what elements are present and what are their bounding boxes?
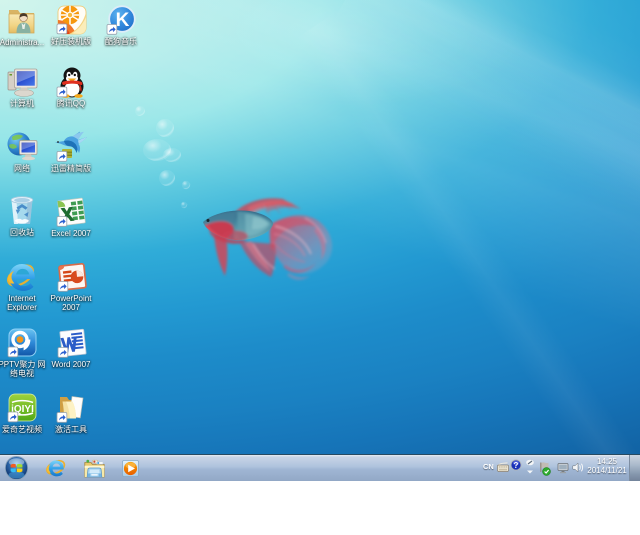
svg-text:K: K: [115, 10, 129, 31]
svg-text:?: ?: [514, 461, 519, 470]
